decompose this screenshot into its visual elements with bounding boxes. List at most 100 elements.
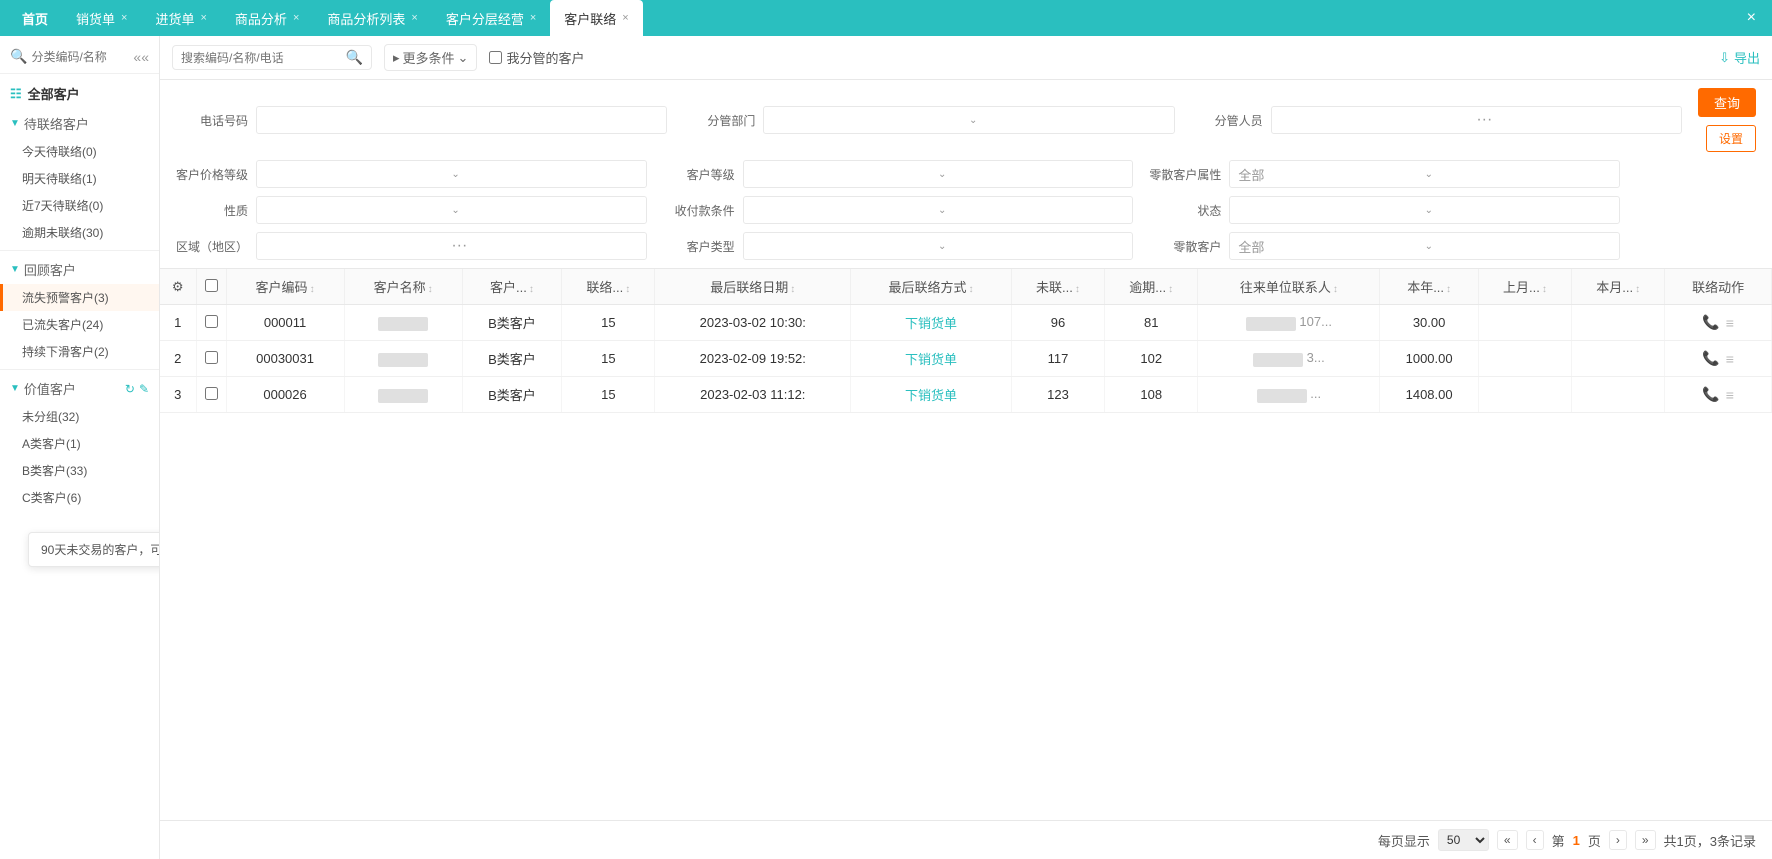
sort-icon-person[interactable]: ↕ (1333, 284, 1338, 295)
method-link-1[interactable]: 下销货单 (905, 352, 957, 367)
row-checkbox-2[interactable] (205, 387, 218, 400)
sidebar-section-pending-contact[interactable]: ▼ 待联络客户 (0, 109, 159, 138)
sort-icon-date[interactable]: ↕ (790, 284, 795, 295)
sidebar-item-class-c[interactable]: C类客户(6) (0, 484, 159, 511)
more-action-icon-2[interactable]: ≡ (1726, 387, 1734, 403)
last-page-button[interactable]: » (1635, 830, 1656, 850)
contact-icon-1[interactable]: 📞 (1702, 350, 1719, 367)
settings-button[interactable]: 设置 (1706, 125, 1756, 152)
export-button[interactable]: ⇩ 导出 (1719, 48, 1760, 67)
close-window-button[interactable]: × (1739, 9, 1764, 27)
more-action-icon-1[interactable]: ≡ (1726, 351, 1734, 367)
sidebar-search-input[interactable] (31, 50, 133, 64)
cell-code-2: 000026 (226, 377, 344, 413)
payment-label: 收付款条件 (663, 202, 735, 219)
sort-icon-count[interactable]: ↕ (625, 284, 630, 295)
region-dots-icon[interactable]: ··· (451, 237, 637, 255)
price-level-select[interactable]: ⌄ (256, 160, 647, 188)
my-customers-checkbox[interactable] (489, 51, 502, 64)
tab-customer-tier[interactable]: 客户分层经营 × (432, 0, 550, 36)
cell-method-1[interactable]: 下销货单 (851, 341, 1012, 377)
search-button-icon[interactable]: 🔍 (346, 49, 363, 66)
cell-cb-2[interactable] (196, 377, 226, 413)
sort-icon-name[interactable]: ↕ (428, 284, 433, 295)
sidebar-item-class-b[interactable]: B类客户(33) (0, 457, 159, 484)
row-checkbox-1[interactable] (205, 351, 218, 364)
sidebar-collapse-button[interactable]: «« (133, 49, 149, 65)
sidebar-item-declining[interactable]: 持续下滑客户(2) (0, 338, 159, 365)
tab-product-analysis-list-close[interactable]: × (411, 12, 417, 24)
cell-cb-0[interactable] (196, 305, 226, 341)
tab-purchase-order[interactable]: 进货单 × (141, 0, 220, 36)
sidebar-section-review[interactable]: ▼ 回顾客户 (0, 255, 159, 284)
manager-select[interactable]: ··· (1271, 106, 1682, 134)
customer-level-select[interactable]: ⌄ (743, 160, 1134, 188)
sidebar-item-class-a[interactable]: A类客户(1) (0, 430, 159, 457)
tab-product-analysis-close[interactable]: × (293, 12, 299, 24)
status-select[interactable]: ⌄ (1229, 196, 1620, 224)
sidebar-item-week-pending[interactable]: 近7天待联络(0) (0, 192, 159, 219)
manager-dots-icon[interactable]: ··· (1476, 111, 1673, 129)
sort-icon-tmonth[interactable]: ↕ (1635, 284, 1640, 295)
cell-cb-1[interactable] (196, 341, 226, 377)
tab-customer-contact-close[interactable]: × (622, 12, 628, 24)
tab-customer-contact[interactable]: 客户联络 × (550, 0, 642, 36)
data-table: ⚙ 客户编码↕ 客户名称↕ 客户...↕ 联络...↕ 最后联络日期↕ 最后联络… (160, 269, 1772, 413)
more-conditions-button[interactable]: ▸ 更多条件 ⌄ (384, 44, 477, 71)
tab-customer-tier-close[interactable]: × (530, 12, 536, 24)
method-link-2[interactable]: 下销货单 (905, 388, 957, 403)
phone-input[interactable] (256, 106, 667, 134)
tab-sales-order[interactable]: 销货单 × (62, 0, 141, 36)
sidebar-item-today-pending[interactable]: 今天待联络(0) (0, 138, 159, 165)
customer-type-select[interactable]: ⌄ (743, 232, 1134, 260)
sidebar-item-churn-warning[interactable]: 流失预警客户(3) (0, 284, 159, 311)
sort-icon-overdue[interactable]: ↕ (1168, 284, 1173, 295)
contact-icon-0[interactable]: 📞 (1702, 314, 1719, 331)
sidebar-all-customers[interactable]: ☷ 全部客户 (0, 78, 159, 109)
tab-product-analysis-list[interactable]: 商品分析列表 × (313, 0, 431, 36)
sort-icon-method[interactable]: ↕ (968, 284, 973, 295)
select-all-checkbox[interactable] (205, 279, 218, 292)
region-select[interactable]: ··· (256, 232, 647, 260)
sidebar-item-overdue-pending[interactable]: 逾期未联络(30) (0, 219, 159, 246)
cell-method-0[interactable]: 下销货单 (851, 305, 1012, 341)
sidebar-section-pending-label: 待联络客户 (24, 114, 89, 133)
contact-icon-2[interactable]: 📞 (1702, 386, 1719, 403)
method-link-0[interactable]: 下销货单 (905, 316, 957, 331)
sort-icon-year[interactable]: ↕ (1446, 284, 1451, 295)
tab-purchase-order-close[interactable]: × (200, 12, 206, 24)
sort-icon-uncontacted[interactable]: ↕ (1075, 284, 1080, 295)
prev-page-button[interactable]: ‹ (1526, 830, 1544, 850)
nature-select[interactable]: ⌄ (256, 196, 647, 224)
search-box[interactable]: 🔍 (172, 45, 372, 70)
sort-icon-lmonth[interactable]: ↕ (1542, 284, 1547, 295)
sidebar-item-unclassified[interactable]: 未分组(32) (0, 403, 159, 430)
value-refresh-icon[interactable]: ↻ (125, 382, 135, 396)
th-settings[interactable]: ⚙ (160, 269, 196, 305)
sort-icon-code[interactable]: ↕ (310, 284, 315, 295)
query-button[interactable]: 查询 (1698, 88, 1756, 117)
page-size-select[interactable]: 50 100 200 (1438, 829, 1489, 851)
tab-product-analysis[interactable]: 商品分析 × (221, 0, 313, 36)
cell-name-1 (344, 341, 462, 377)
sidebar-section-value[interactable]: ▼ 价值客户 ↻ ✎ (0, 374, 159, 403)
dept-select[interactable]: ⌄ (763, 106, 1174, 134)
sidebar-item-tomorrow-pending[interactable]: 明天待联络(1) (0, 165, 159, 192)
cell-method-2[interactable]: 下销货单 (851, 377, 1012, 413)
retail-customer-select[interactable]: 全部 ⌄ (1229, 232, 1620, 260)
retail-attr-select[interactable]: 全部 ⌄ (1229, 160, 1620, 188)
search-input[interactable] (181, 51, 342, 65)
my-customers-checkbox-label[interactable]: 我分管的客户 (489, 48, 584, 67)
more-action-icon-0[interactable]: ≡ (1726, 315, 1734, 331)
tab-sales-order-close[interactable]: × (121, 12, 127, 24)
payment-select[interactable]: ⌄ (743, 196, 1134, 224)
value-edit-icon[interactable]: ✎ (139, 382, 149, 396)
tab-home[interactable]: 首页 (8, 0, 62, 36)
next-page-button[interactable]: › (1609, 830, 1627, 850)
first-page-button[interactable]: « (1497, 830, 1518, 850)
cell-contact-count-1: 15 (562, 341, 655, 377)
th-checkbox[interactable] (196, 269, 226, 305)
sidebar-item-churned[interactable]: 已流失客户(24) (0, 311, 159, 338)
sort-icon-type[interactable]: ↕ (529, 284, 534, 295)
row-checkbox-0[interactable] (205, 315, 218, 328)
